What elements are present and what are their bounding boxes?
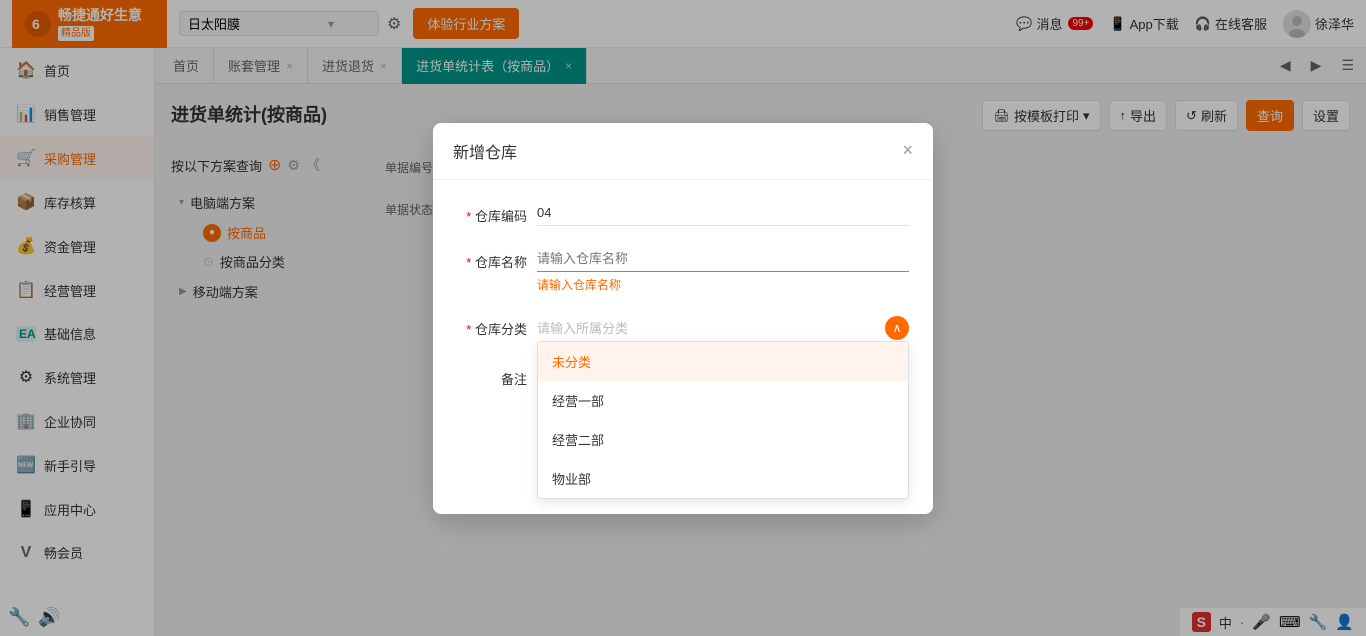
warehouse-name-control: 请输入仓库名称 (537, 246, 909, 293)
remarks-label: 备注 (457, 363, 537, 388)
warehouse-modal: 新增仓库 × * 仓库编码 * 仓库名称 (433, 123, 933, 514)
warehouse-code-control (537, 200, 909, 226)
warehouse-code-label: * 仓库编码 (457, 200, 537, 225)
modal-overlay: 新增仓库 × * 仓库编码 * 仓库名称 (0, 0, 1366, 636)
warehouse-code-input[interactable] (537, 200, 909, 226)
form-row-warehouse-code: * 仓库编码 (457, 200, 909, 226)
modal-body: * 仓库编码 * 仓库名称 请输入仓库名称 (433, 180, 933, 447)
modal-header: 新增仓库 × (433, 123, 933, 180)
warehouse-cat-label: * 仓库分类 (457, 313, 537, 338)
form-row-warehouse-name: * 仓库名称 请输入仓库名称 (457, 246, 909, 293)
warehouse-cat-chevron[interactable]: ∧ (885, 316, 909, 340)
dropdown-item-property[interactable]: 物业部 (538, 459, 908, 498)
form-row-warehouse-cat: * 仓库分类 请输入所属分类 ∧ 未分类 经营一部 经营二部 物业部 (457, 313, 909, 343)
dropdown-item-ops1[interactable]: 经营一部 (538, 381, 908, 420)
dropdown-item-ops2[interactable]: 经营二部 (538, 420, 908, 459)
warehouse-name-error: 请输入仓库名称 (537, 276, 909, 293)
warehouse-cat-dropdown: 未分类 经营一部 经营二部 物业部 (537, 341, 909, 499)
warehouse-name-input[interactable] (537, 246, 909, 272)
warehouse-cat-input-box[interactable]: 请输入所属分类 (537, 313, 909, 343)
modal-title: 新增仓库 (453, 139, 517, 163)
modal-close-button[interactable]: × (902, 140, 913, 161)
warehouse-cat-placeholder: 请输入所属分类 (537, 318, 628, 337)
warehouse-cat-control: 请输入所属分类 ∧ 未分类 经营一部 经营二部 物业部 (537, 313, 909, 343)
dropdown-item-uncategorized[interactable]: 未分类 (538, 342, 908, 381)
warehouse-name-label: * 仓库名称 (457, 246, 537, 271)
